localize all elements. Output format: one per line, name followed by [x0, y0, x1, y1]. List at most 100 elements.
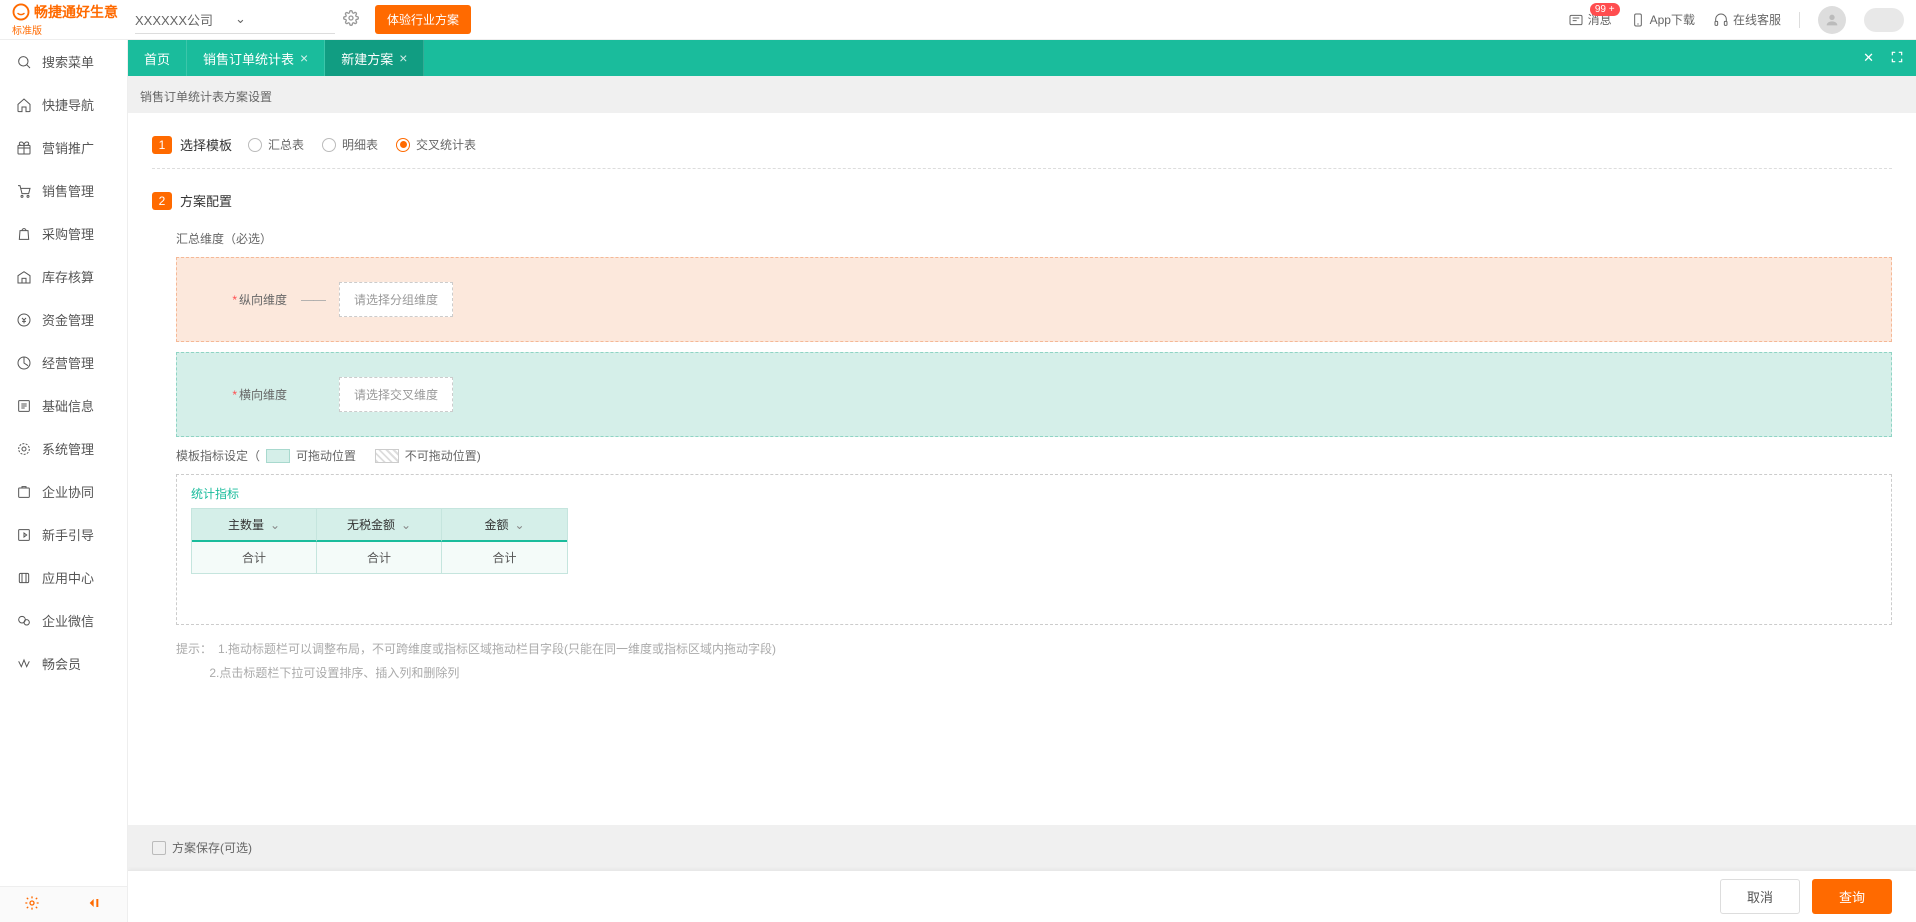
- draggable-swatch-icon: [266, 449, 290, 463]
- sidebar-item-sales[interactable]: 销售管理: [0, 169, 127, 212]
- legend-fixed-label: 不可拖动位置): [405, 447, 481, 464]
- sidebar-item-label: 应用中心: [42, 568, 94, 587]
- sidebar-item-basic-info[interactable]: 基础信息: [0, 384, 127, 427]
- app-download-link[interactable]: App下载: [1630, 11, 1695, 28]
- stat-col-qty-header[interactable]: 主数量⌄: [192, 509, 317, 542]
- top-header: 畅捷通好生意 标准版 XXXXXX公司 ⌄ 体验行业方案 消息 99 + App…: [0, 0, 1916, 40]
- brand-icon: [12, 3, 30, 21]
- radio-icon: [322, 138, 336, 152]
- cart-icon: [16, 183, 32, 199]
- close-icon[interactable]: ×: [300, 50, 308, 66]
- stat-header-label: 金额: [484, 516, 508, 533]
- radio-detail[interactable]: 明细表: [322, 136, 378, 153]
- user-menu-pill[interactable]: [1864, 8, 1904, 32]
- stat-header-label: 主数量: [228, 516, 264, 533]
- user-avatar[interactable]: [1818, 6, 1846, 34]
- phone-icon: [1630, 12, 1646, 28]
- message-icon: [1568, 12, 1584, 28]
- gear-dashed-icon: [16, 441, 32, 457]
- chevron-down-icon: ⌄: [401, 518, 411, 532]
- step-1-title: 选择模板: [180, 135, 232, 154]
- radio-label: 明细表: [342, 136, 378, 153]
- close-icon[interactable]: ×: [399, 50, 407, 66]
- fullscreen-icon[interactable]: [1886, 46, 1908, 71]
- hint-line-2: 2.点击标题栏下拉可设置排序、插入列和删除列: [209, 666, 459, 680]
- config-panel: 1 选择模板 汇总表 明细表 交叉统计表 2 方案配置 汇总维度（必选）: [128, 113, 1916, 825]
- sidebar-item-business[interactable]: 经营管理: [0, 341, 127, 384]
- dash-connector: ——: [301, 292, 325, 307]
- chart-icon: [16, 355, 32, 371]
- cancel-button[interactable]: 取消: [1720, 879, 1800, 914]
- horizontal-dimension-selector[interactable]: 请选择交叉维度: [339, 377, 453, 412]
- radio-label: 交叉统计表: [416, 136, 476, 153]
- tab-new-plan[interactable]: 新建方案×: [325, 40, 424, 76]
- vertical-dimension-selector[interactable]: 请选择分组维度: [339, 282, 453, 317]
- stat-col-amount-header[interactable]: 金额 ⌄: [442, 509, 567, 542]
- messages-link[interactable]: 消息 99 +: [1568, 11, 1612, 28]
- company-name: XXXXXX公司: [135, 10, 229, 29]
- stat-header-label: 无税金额: [347, 516, 395, 533]
- brand-edition: 标准版: [12, 22, 42, 37]
- radio-icon: [248, 138, 262, 152]
- sidebar-item-label: 基础信息: [42, 396, 94, 415]
- company-selector[interactable]: XXXXXX公司 ⌄: [135, 6, 335, 34]
- money-icon: [16, 312, 32, 328]
- tab-sales-order-stats[interactable]: 销售订单统计表×: [187, 40, 325, 76]
- gift-icon: [16, 140, 32, 156]
- sidebar: 搜索菜单 快捷导航 营销推广 销售管理 采购管理 库存核算 资金管理 经营管理 …: [0, 40, 128, 922]
- sidebar-settings-icon[interactable]: [24, 895, 40, 914]
- dimension-section: 汇总维度（必选） *纵向维度 —— 请选择分组维度 *横向维度 —— 请选择交叉…: [176, 230, 1892, 685]
- content-scroll: 销售订单统计表方案设置 1 选择模板 汇总表 明细表 交叉统计表 2: [128, 76, 1916, 870]
- customer-service-link[interactable]: 在线客服: [1713, 11, 1781, 28]
- page-breadcrumb: 销售订单统计表方案设置: [128, 76, 1916, 113]
- query-button[interactable]: 查询: [1812, 879, 1892, 914]
- sidebar-item-label: 畅会员: [42, 654, 81, 673]
- sidebar-item-search-menu[interactable]: 搜索菜单: [0, 40, 127, 83]
- sidebar-item-label: 经营管理: [42, 353, 94, 372]
- sidebar-item-quick-nav[interactable]: 快捷导航: [0, 83, 127, 126]
- save-plan-checkbox[interactable]: 方案保存(可选): [152, 839, 252, 856]
- stat-header-row: 主数量⌄ 无税金额 ⌄ 金额 ⌄: [192, 509, 567, 542]
- sidebar-item-label: 营销推广: [42, 138, 94, 157]
- stat-col-notax-body: 合计: [317, 542, 442, 573]
- settings-gear-icon[interactable]: [343, 10, 359, 29]
- sidebar-item-app-center[interactable]: 应用中心: [0, 556, 127, 599]
- radio-icon: [396, 138, 410, 152]
- sidebar-item-purchase[interactable]: 采购管理: [0, 212, 127, 255]
- vip-icon: [16, 656, 32, 672]
- vertical-dimension-box: *纵向维度 —— 请选择分组维度: [176, 257, 1892, 342]
- tabs-close-all-icon[interactable]: ✕: [1859, 46, 1878, 70]
- sidebar-item-guide[interactable]: 新手引导: [0, 513, 127, 556]
- hints-block: 提示： 1.拖动标题栏可以调整布局，不可跨维度或指标区域拖动栏目字段(只能在同一维…: [176, 637, 1892, 685]
- stat-indicator-area: 统计指标 主数量⌄ 无税金额⌄ 金额⌄ 合计 合计 合计: [176, 474, 1892, 625]
- stat-col-amount-body: 合计: [442, 542, 567, 573]
- sidebar-item-label: 快捷导航: [42, 95, 94, 114]
- hints-label: 提示：: [176, 642, 212, 656]
- hint-line-1: 1.拖动标题栏可以调整布局，不可跨维度或指标区域拖动栏目字段(只能在同一维度或指…: [218, 642, 776, 656]
- sidebar-item-label: 资金管理: [42, 310, 94, 329]
- chevron-down-icon: ⌄: [235, 11, 329, 27]
- radio-cross[interactable]: 交叉统计表: [396, 136, 476, 153]
- experience-industry-button[interactable]: 体验行业方案: [375, 5, 471, 34]
- step-number-2: 2: [152, 192, 172, 210]
- save-plan-label: 方案保存(可选): [172, 839, 252, 856]
- sidebar-item-system[interactable]: 系统管理: [0, 427, 127, 470]
- sidebar-item-collaboration[interactable]: 企业协同: [0, 470, 127, 513]
- chevron-down-icon: ⌄: [514, 518, 524, 532]
- sidebar-collapse-icon[interactable]: [87, 895, 103, 914]
- sidebar-item-finance[interactable]: 资金管理: [0, 298, 127, 341]
- logo-area: 畅捷通好生意 标准版: [12, 2, 127, 37]
- radio-summary[interactable]: 汇总表: [248, 136, 304, 153]
- sidebar-item-wechat[interactable]: 企业微信: [0, 599, 127, 642]
- sidebar-item-label: 库存核算: [42, 267, 94, 286]
- stat-col-qty-body: 合计: [192, 542, 317, 573]
- guide-icon: [16, 527, 32, 543]
- stat-col-notax-header[interactable]: 无税金额 ⌄: [317, 509, 442, 542]
- search-icon: [16, 54, 32, 70]
- bag-icon: [16, 226, 32, 242]
- tab-home[interactable]: 首页: [128, 40, 187, 76]
- sidebar-item-label: 新手引导: [42, 525, 94, 544]
- sidebar-item-marketing[interactable]: 营销推广: [0, 126, 127, 169]
- sidebar-item-inventory[interactable]: 库存核算: [0, 255, 127, 298]
- sidebar-item-member[interactable]: 畅会员: [0, 642, 127, 685]
